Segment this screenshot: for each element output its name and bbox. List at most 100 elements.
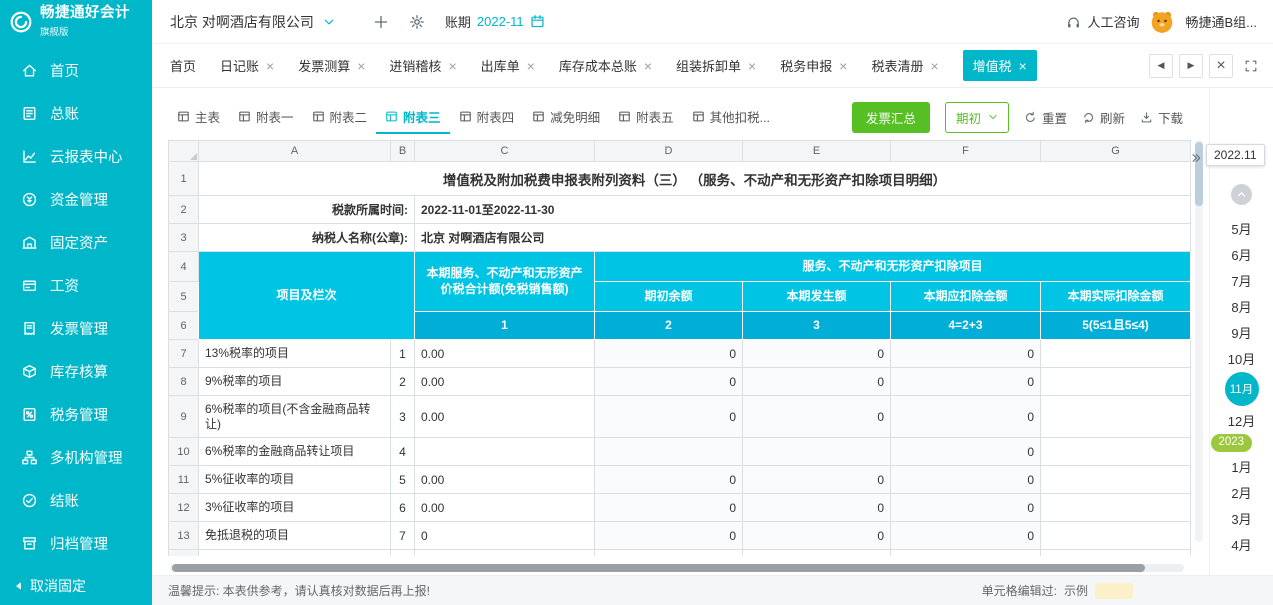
- tab-home[interactable]: 首页: [170, 56, 196, 75]
- sheet-cell[interactable]: [414, 437, 595, 466]
- sheet-tab-main-sheet[interactable]: 主表: [168, 100, 229, 134]
- sheet-cell[interactable]: 0: [594, 395, 743, 438]
- sheet-cell[interactable]: 0: [742, 465, 891, 494]
- row-number[interactable]: 1: [168, 161, 199, 196]
- info-label-cell[interactable]: 税款所属时间:: [198, 195, 415, 224]
- refresh-button[interactable]: 刷新: [1082, 108, 1125, 127]
- gear-icon[interactable]: [409, 14, 425, 30]
- scroll-tabs-right-button[interactable]: ▶: [1179, 53, 1203, 78]
- sheet-cell[interactable]: 0.00: [414, 339, 595, 368]
- close-icon[interactable]: ×: [839, 59, 847, 73]
- sidebar-item-general-ledger[interactable]: 总账: [0, 92, 152, 135]
- sheet-cell[interactable]: 9%税率的项目: [198, 367, 391, 396]
- month-item[interactable]: 5月: [1225, 215, 1259, 241]
- sidebar-item-invoice-management[interactable]: 发票管理: [0, 307, 152, 350]
- sheet-cell[interactable]: [1040, 367, 1191, 396]
- sheet-cell[interactable]: 7: [390, 521, 415, 550]
- sheet-cell[interactable]: 2: [390, 367, 415, 396]
- sheet-cell[interactable]: 0: [594, 367, 743, 396]
- sheet-cell[interactable]: [1040, 437, 1191, 466]
- column-header-D[interactable]: D: [594, 140, 743, 162]
- sheet-tab-appendix-4[interactable]: 附表四: [450, 100, 524, 134]
- info-value-cell[interactable]: 2022-11-01至2022-11-30: [414, 195, 1191, 224]
- sheet-cell[interactable]: 6%税率的金融商品转让项目: [198, 437, 391, 466]
- header-num-cell[interactable]: 4=2+3: [890, 311, 1041, 340]
- column-header-E[interactable]: E: [742, 140, 891, 162]
- user-name[interactable]: 畅捷通B组...: [1185, 12, 1257, 31]
- sheet-cell[interactable]: 0: [890, 367, 1041, 396]
- sheet-cell[interactable]: 4: [390, 437, 415, 466]
- sheet-tab-other-deduction[interactable]: 其他扣税...: [683, 100, 779, 134]
- header-num-cell[interactable]: 5(5≤1且5≤4): [1040, 311, 1191, 340]
- month-item[interactable]: 10月: [1225, 345, 1259, 371]
- row-number[interactable]: 7: [168, 339, 199, 368]
- close-icon[interactable]: ×: [357, 59, 365, 73]
- sheet-cell[interactable]: 0: [414, 521, 595, 550]
- column-header-G[interactable]: G: [1040, 140, 1191, 162]
- sheet-tab-appendix-1[interactable]: 附表一: [229, 100, 303, 134]
- month-item[interactable]: 3月: [1225, 505, 1259, 531]
- row-number[interactable]: 11: [168, 465, 199, 494]
- support-link[interactable]: 人工咨询: [1066, 12, 1139, 31]
- close-icon[interactable]: ×: [644, 59, 652, 73]
- month-item[interactable]: 12月: [1225, 407, 1259, 433]
- sidebar-item-salary[interactable]: 工资: [0, 264, 152, 307]
- row-number[interactable]: 13: [168, 521, 199, 550]
- info-label-cell[interactable]: 纳税人名称(公章):: [198, 223, 415, 252]
- sheet-cell[interactable]: 0: [594, 465, 743, 494]
- column-header-A[interactable]: A: [198, 140, 391, 162]
- sheet-cell[interactable]: 0: [742, 395, 891, 438]
- sheet-tab-appendix-5[interactable]: 附表五: [609, 100, 683, 134]
- sheet-cell[interactable]: [1040, 465, 1191, 494]
- month-item[interactable]: 4月: [1225, 531, 1259, 557]
- scroll-months-up-button[interactable]: [1231, 184, 1252, 205]
- header-cell[interactable]: 服务、不动产和无形资产扣除项目: [594, 251, 1191, 282]
- horizontal-scrollbar[interactable]: [170, 563, 1184, 572]
- tab-inventory-cost-ledger[interactable]: 库存成本总账 ×: [559, 56, 652, 75]
- month-item[interactable]: 8月: [1225, 293, 1259, 319]
- sidebar-item-tax-management[interactable]: 税务管理: [0, 393, 152, 436]
- sidebar-item-multi-org-management[interactable]: 多机构管理: [0, 436, 152, 479]
- header-cell[interactable]: 项目及栏次: [198, 251, 415, 340]
- tab-tax-filing[interactable]: 税务申报 ×: [780, 56, 847, 75]
- download-button[interactable]: 下载: [1140, 108, 1183, 127]
- sheet-cell[interactable]: 5%征收率的项目: [198, 465, 391, 494]
- row-number[interactable]: 2: [168, 195, 199, 224]
- close-icon[interactable]: ×: [527, 59, 535, 73]
- sheet-cell[interactable]: 0: [890, 339, 1041, 368]
- row-number[interactable]: 10: [168, 437, 199, 466]
- sheet-cell[interactable]: 1: [390, 339, 415, 368]
- sheet-cell[interactable]: 0: [742, 521, 891, 550]
- sheet-cell[interactable]: 0: [890, 521, 1041, 550]
- horizontal-scrollbar-thumb[interactable]: [172, 563, 1146, 572]
- sheet-cell[interactable]: 0.00: [414, 465, 595, 494]
- plus-icon[interactable]: [373, 14, 389, 30]
- sheet-cell[interactable]: 0.00: [414, 367, 595, 396]
- tab-purchase-sales-audit[interactable]: 进销稽核 ×: [389, 56, 456, 75]
- tab-invoice-estimate[interactable]: 发票测算 ×: [298, 56, 365, 75]
- collapse-panel-icon[interactable]: [1190, 152, 1202, 164]
- month-item-current[interactable]: 11月: [1224, 371, 1259, 407]
- sheet-tab-exemption-detail[interactable]: 减免明细: [523, 100, 609, 134]
- sheet-cell[interactable]: 0: [890, 395, 1041, 438]
- sheet-tab-appendix-2[interactable]: 附表二: [303, 100, 377, 134]
- header-num-cell[interactable]: 3: [742, 311, 891, 340]
- sheet-cell[interactable]: 0: [742, 367, 891, 396]
- header-cell[interactable]: 本期服务、不动产和无形资产价税合计额(免税销售额): [414, 251, 595, 312]
- accounting-period[interactable]: 账期 2022-11: [445, 12, 545, 31]
- month-item[interactable]: 7月: [1225, 267, 1259, 293]
- sheet-cell[interactable]: [1040, 493, 1191, 522]
- header-cell[interactable]: 期初余额: [594, 281, 743, 312]
- row-number[interactable]: 6: [168, 311, 199, 340]
- sheet-cell[interactable]: 0: [890, 493, 1041, 522]
- column-header-B[interactable]: B: [390, 140, 415, 162]
- sheet-cell[interactable]: 3%征收率的项目: [198, 493, 391, 522]
- tab-journal[interactable]: 日记账 ×: [220, 56, 274, 75]
- info-value-cell[interactable]: 北京 对啊酒店有限公司: [414, 223, 1191, 252]
- close-icon[interactable]: ×: [266, 59, 274, 73]
- month-item[interactable]: 2月: [1225, 479, 1259, 505]
- sheet-cell[interactable]: 0: [594, 521, 743, 550]
- sheet-title-cell[interactable]: 增值税及附加税费申报表附列资料（三） （服务、不动产和无形资产扣除项目明细）: [198, 161, 1191, 196]
- sidebar-item-cloud-report-center[interactable]: 云报表中心: [0, 135, 152, 178]
- sidebar-item-archive-management[interactable]: 归档管理: [0, 522, 152, 565]
